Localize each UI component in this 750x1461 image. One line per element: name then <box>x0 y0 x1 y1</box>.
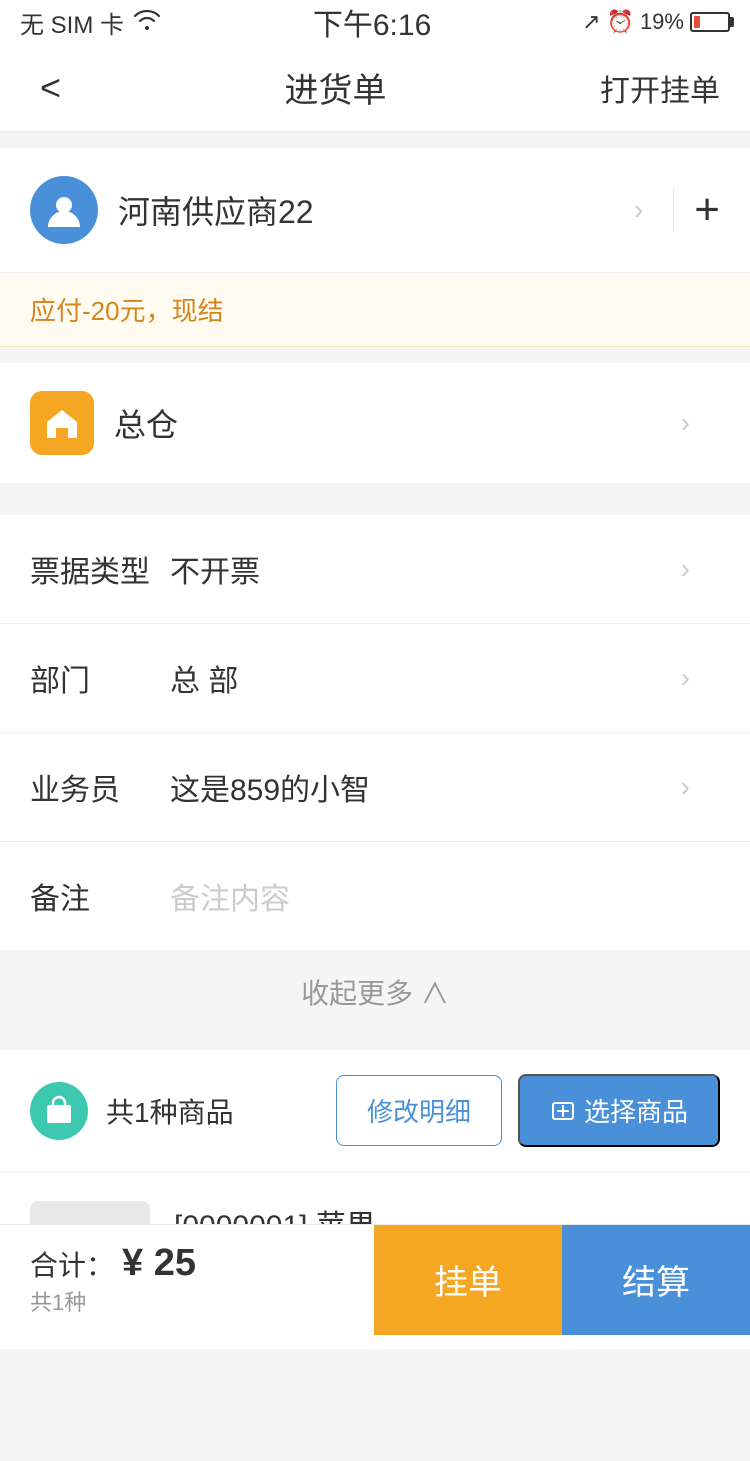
battery-icon <box>690 12 730 32</box>
edit-detail-button[interactable]: 修改明细 <box>336 1075 502 1146</box>
total-amount: ¥ 25 <box>122 1242 196 1285</box>
total-section: 合计： ¥ 25 共1种 <box>0 1242 374 1317</box>
collapse-button[interactable]: 收起更多 ∧ <box>0 950 750 1034</box>
invoice-type-row[interactable]: 票据类型 不开票 › <box>0 515 750 624</box>
supplier-avatar <box>30 176 98 244</box>
wifi-icon <box>132 8 162 37</box>
status-bar: 无 SIM 卡 下午6:16 ↗ ⏰ 19% <box>0 0 750 44</box>
chevron-right-icon: › <box>681 771 690 803</box>
time-display: 下午6:16 <box>313 0 431 44</box>
spacer <box>0 499 750 515</box>
chevron-right-icon: › <box>681 553 690 585</box>
add-supplier-button[interactable]: + <box>673 188 720 232</box>
supplier-row[interactable]: 河南供应商22 › + <box>0 148 750 273</box>
spacer <box>0 1034 750 1050</box>
warehouse-icon <box>30 391 94 455</box>
invoice-type-value: 不开票 <box>170 547 681 591</box>
supplier-card: 河南供应商22 › + 应付-20元，现结 <box>0 148 750 347</box>
checkout-button[interactable]: 结算 <box>562 1225 750 1335</box>
salesman-row[interactable]: 业务员 这是859的小智 › <box>0 733 750 842</box>
suspend-button[interactable]: 挂单 <box>374 1225 562 1335</box>
department-label: 部门 <box>30 656 170 700</box>
warehouse-name: 总仓 <box>114 400 681 446</box>
bottom-bar: 合计： ¥ 25 共1种 挂单 结算 <box>0 1224 750 1334</box>
select-product-label: 选择商品 <box>584 1092 688 1129</box>
remark-input[interactable]: 备注内容 <box>170 874 720 918</box>
alarm-icon: ⏰ <box>607 9 634 35</box>
open-pending-button[interactable]: 打开挂单 <box>600 66 720 110</box>
salesman-value: 这是859的小智 <box>170 765 681 809</box>
spacer <box>0 132 750 148</box>
page-title: 进货单 <box>285 63 387 112</box>
chevron-right-icon: › <box>681 407 690 439</box>
warehouse-card: 总仓 › <box>0 363 750 483</box>
remark-row[interactable]: 备注 备注内容 <box>0 842 750 950</box>
nav-bar: < 进货单 打开挂单 <box>0 44 750 132</box>
status-right: ↗ ⏰ 19% <box>582 9 730 35</box>
product-count: 共1种商品 <box>106 1091 336 1131</box>
invoice-type-label: 票据类型 <box>30 547 170 591</box>
department-value: 总 部 <box>170 656 681 700</box>
select-product-button[interactable]: 选择商品 <box>518 1074 720 1147</box>
remark-label: 备注 <box>30 874 170 918</box>
supplier-name: 河南供应商22 <box>118 187 634 233</box>
warehouse-row[interactable]: 总仓 › <box>0 363 750 483</box>
total-label: 合计： ¥ 25 <box>30 1242 344 1285</box>
back-button[interactable]: < <box>30 57 71 119</box>
chevron-right-icon: › <box>681 662 690 694</box>
form-card: 票据类型 不开票 › 部门 总 部 › 业务员 这是859的小智 › 备注 备注… <box>0 515 750 950</box>
chevron-right-icon: › <box>634 194 643 226</box>
location-icon: ↗ <box>582 9 600 35</box>
salesman-label: 业务员 <box>30 765 170 809</box>
status-left: 无 SIM 卡 <box>20 5 162 40</box>
total-sub: 共1种 <box>30 1285 344 1317</box>
product-icon-wrap <box>30 1082 88 1140</box>
bottom-spacer <box>0 1351 750 1461</box>
notice-bar: 应付-20元，现结 <box>0 273 750 347</box>
battery-percentage: 19% <box>640 9 684 35</box>
product-header: 共1种商品 修改明细 选择商品 <box>0 1050 750 1171</box>
carrier-label: 无 SIM 卡 <box>20 5 124 40</box>
department-row[interactable]: 部门 总 部 › <box>0 624 750 733</box>
